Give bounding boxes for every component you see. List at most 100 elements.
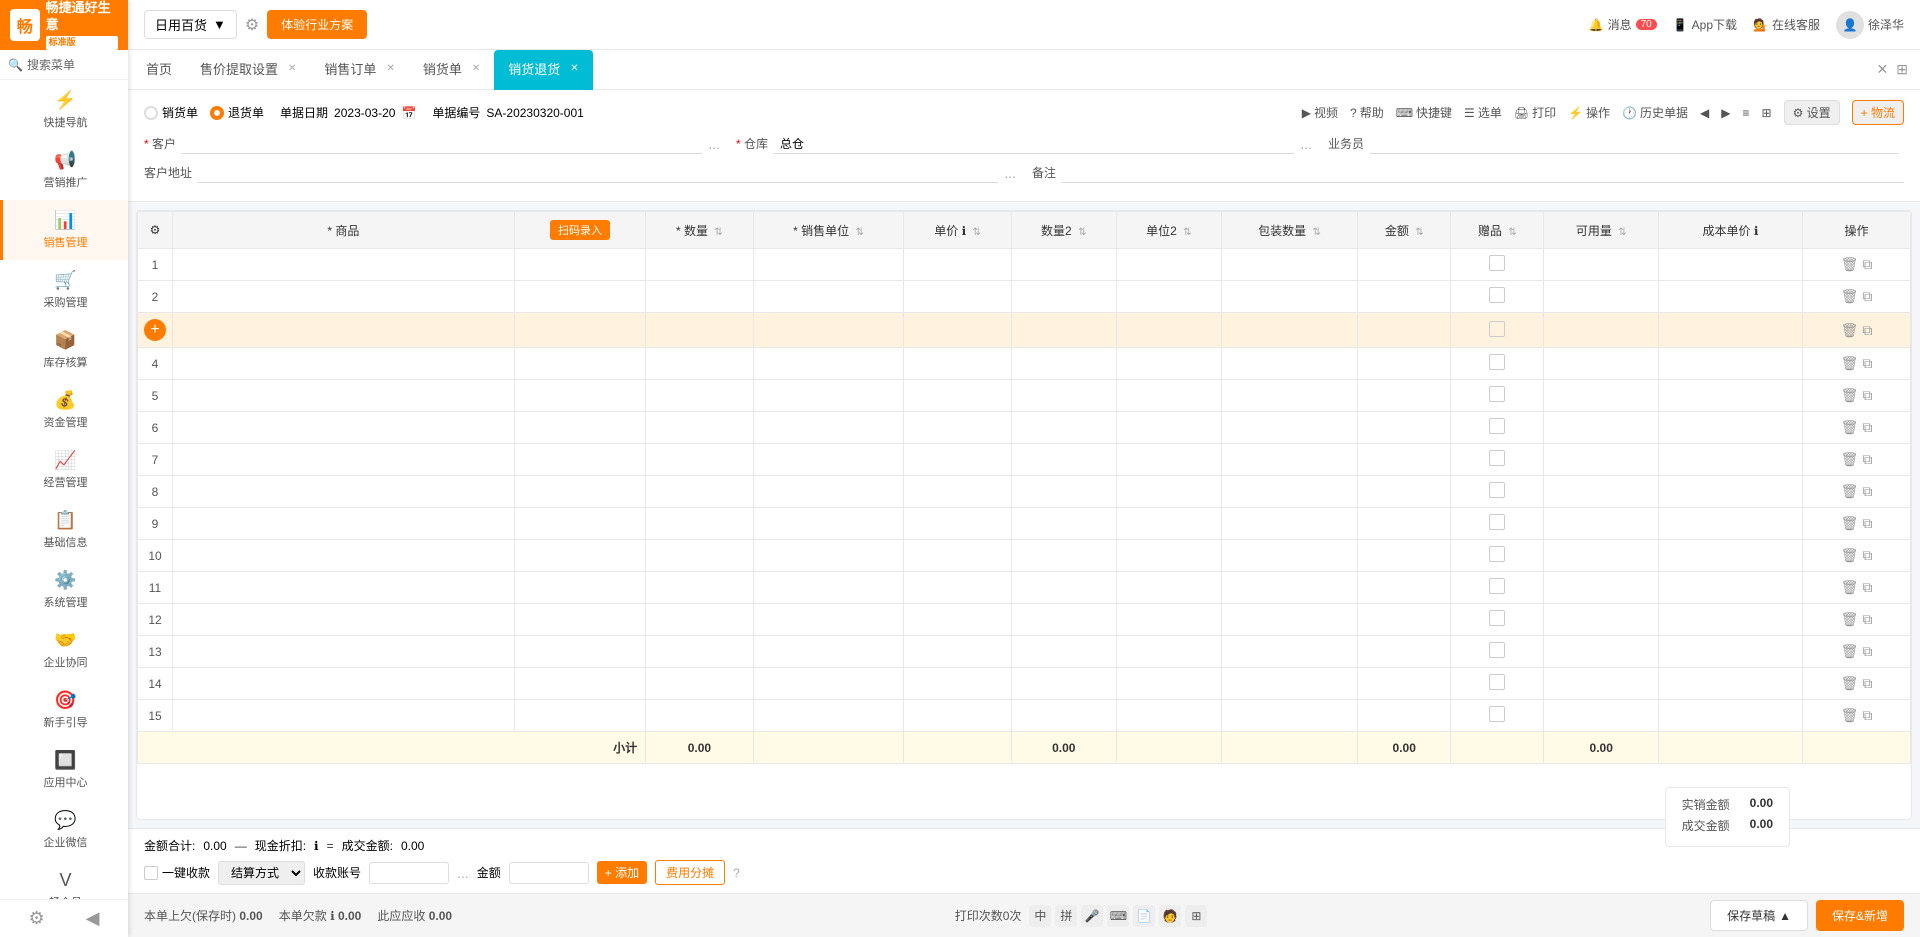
gift-cell-11[interactable] [1451, 572, 1544, 604]
product-cell-3[interactable] [173, 313, 515, 348]
product-cell-11[interactable] [173, 572, 515, 604]
copy-icon-15[interactable]: ⧉ [1862, 707, 1872, 724]
user-profile[interactable]: 👤 徐泽华 [1836, 11, 1904, 39]
gift-checkbox-2[interactable] [1489, 287, 1505, 303]
product-cell-6[interactable] [173, 412, 515, 444]
gift-cell-2[interactable] [1451, 281, 1544, 313]
gift-checkbox-12[interactable] [1489, 610, 1505, 626]
sidebar-item-operation[interactable]: 📈 经营管理 [0, 440, 128, 500]
copy-icon-10[interactable]: ⧉ [1862, 547, 1872, 564]
sidebar-collapse-icon[interactable]: ◀ [86, 908, 100, 929]
copy-icon-2[interactable]: ⧉ [1862, 288, 1872, 305]
gift-checkbox-6[interactable] [1489, 418, 1505, 434]
account-dots[interactable]: ... [457, 865, 469, 881]
gift-cell-9[interactable] [1451, 508, 1544, 540]
payment-help-icon[interactable]: ? [733, 866, 740, 880]
toolbar-icon-3[interactable]: 🎤 [1081, 905, 1103, 927]
tab-home[interactable]: 首页 [132, 50, 186, 90]
copy-icon-5[interactable]: ⧉ [1862, 387, 1872, 404]
sales-unit-sort-icon[interactable]: ⇅ [856, 227, 864, 238]
unit-price-info-icon[interactable]: ℹ [962, 224, 967, 238]
product-cell-1[interactable] [173, 249, 515, 281]
account-input[interactable] [369, 862, 449, 884]
gift-cell-7[interactable] [1451, 444, 1544, 476]
qty2-sort-icon[interactable]: ⇅ [1078, 227, 1086, 238]
tab-close-sales-delivery[interactable]: ✕ [472, 63, 480, 74]
payment-amount-input[interactable] [509, 862, 589, 884]
warehouse-input[interactable] [774, 133, 1294, 154]
gift-checkbox-10[interactable] [1489, 546, 1505, 562]
product-cell-9[interactable] [173, 508, 515, 540]
product-cell-10[interactable] [173, 540, 515, 572]
view-list-icon[interactable]: ≡ [1742, 106, 1749, 120]
sidebar-item-newbie[interactable]: 🎯 新手引导 [0, 680, 128, 740]
gift-cell-10[interactable] [1451, 540, 1544, 572]
video-action[interactable]: ▶ 视频 [1302, 104, 1338, 121]
gift-cell-6[interactable] [1451, 412, 1544, 444]
online-service-btn[interactable]: 💁 在线客服 [1753, 16, 1820, 33]
daily-select[interactable]: 日用百货 ▼ [144, 10, 237, 39]
print-action[interactable]: 🖨 打印 [1514, 104, 1556, 121]
sidebar-item-sales[interactable]: 📊 销售管理 [0, 200, 128, 260]
copy-icon-13[interactable]: ⧉ [1862, 643, 1872, 660]
gift-checkbox-7[interactable] [1489, 450, 1505, 466]
gift-checkbox-13[interactable] [1489, 642, 1505, 658]
save-draft-btn[interactable]: 保存草稿 ▲ [1710, 900, 1808, 931]
tab-close-sales-return[interactable]: ✕ [570, 63, 578, 74]
copy-icon-11[interactable]: ⧉ [1862, 579, 1872, 596]
product-cell-8[interactable] [173, 476, 515, 508]
copy-icon-1[interactable]: ⧉ [1862, 256, 1872, 273]
tab-close-sales-order[interactable]: ✕ [386, 63, 394, 74]
salesperson-input[interactable] [1370, 133, 1898, 154]
gift-checkbox-4[interactable] [1489, 354, 1505, 370]
available-sort-icon[interactable]: ⇅ [1618, 227, 1626, 238]
gift-cell-4[interactable] [1451, 348, 1544, 380]
gift-sort-icon[interactable]: ⇅ [1508, 227, 1516, 238]
copy-icon-12[interactable]: ⧉ [1862, 611, 1872, 628]
add-row-btn[interactable]: + [144, 319, 166, 341]
tab-close-price-settings[interactable]: ✕ [288, 63, 296, 74]
radio-return-order[interactable]: 退货单 [210, 104, 264, 121]
product-cell-7[interactable] [173, 444, 515, 476]
gift-checkbox-15[interactable] [1489, 706, 1505, 722]
tab-sales-delivery[interactable]: 销货单 ✕ [409, 50, 494, 90]
operate-action[interactable]: ⚡ 操作 [1568, 104, 1610, 121]
settlement-method-select[interactable]: 结算方式 [218, 861, 305, 885]
settings-icon[interactable]: ⚙ [245, 15, 259, 35]
gift-cell-3[interactable] [1451, 313, 1544, 348]
tab-sales-order[interactable]: 销售订单 ✕ [310, 50, 408, 90]
gift-checkbox-5[interactable] [1489, 386, 1505, 402]
warehouse-dots[interactable]: ... [1300, 136, 1312, 152]
tab-menu-icon[interactable]: ⊞ [1896, 61, 1908, 78]
col-settings[interactable]: ⚙ [138, 212, 173, 249]
delete-icon-7[interactable]: 🗑 [1841, 451, 1859, 468]
customer-input[interactable] [182, 133, 702, 154]
gift-checkbox-14[interactable] [1489, 674, 1505, 690]
gift-checkbox-1[interactable] [1489, 255, 1505, 271]
delete-icon-2[interactable]: 🗑 [1841, 288, 1859, 305]
gift-cell-8[interactable] [1451, 476, 1544, 508]
copy-icon-4[interactable]: ⧉ [1862, 355, 1872, 372]
notification-btn[interactable]: 🔔 消息 70 [1589, 16, 1657, 33]
sidebar-item-basic[interactable]: 📋 基础信息 [0, 500, 128, 560]
fenyong-btn[interactable]: 费用分摊 [655, 860, 725, 885]
product-cell-15[interactable] [173, 700, 515, 732]
sidebar-item-inventory[interactable]: 📦 库存核算 [0, 320, 128, 380]
copy-icon-8[interactable]: ⧉ [1862, 483, 1872, 500]
gift-checkbox-11[interactable] [1489, 578, 1505, 594]
pkg-sort-icon[interactable]: ⇅ [1313, 227, 1321, 238]
calendar-icon[interactable]: 📅 [401, 106, 416, 120]
product-cell-12[interactable] [173, 604, 515, 636]
amount-sort-icon[interactable]: ⇅ [1415, 227, 1423, 238]
delete-icon-13[interactable]: 🗑 [1841, 643, 1859, 660]
trial-btn[interactable]: 体验行业方案 [267, 10, 367, 39]
address-input[interactable] [198, 162, 998, 183]
settings-btn[interactable]: ⚙ 设置 [1784, 100, 1840, 125]
delete-icon-1[interactable]: 🗑 [1841, 256, 1859, 273]
delete-icon-3[interactable]: 🗑 [1841, 322, 1859, 339]
gift-cell-14[interactable] [1451, 668, 1544, 700]
sidebar-item-wechat[interactable]: 💬 企业微信 [0, 800, 128, 860]
gift-cell-13[interactable] [1451, 636, 1544, 668]
product-cell-5[interactable] [173, 380, 515, 412]
sidebar-item-enterprise[interactable]: 🤝 企业协同 [0, 620, 128, 680]
